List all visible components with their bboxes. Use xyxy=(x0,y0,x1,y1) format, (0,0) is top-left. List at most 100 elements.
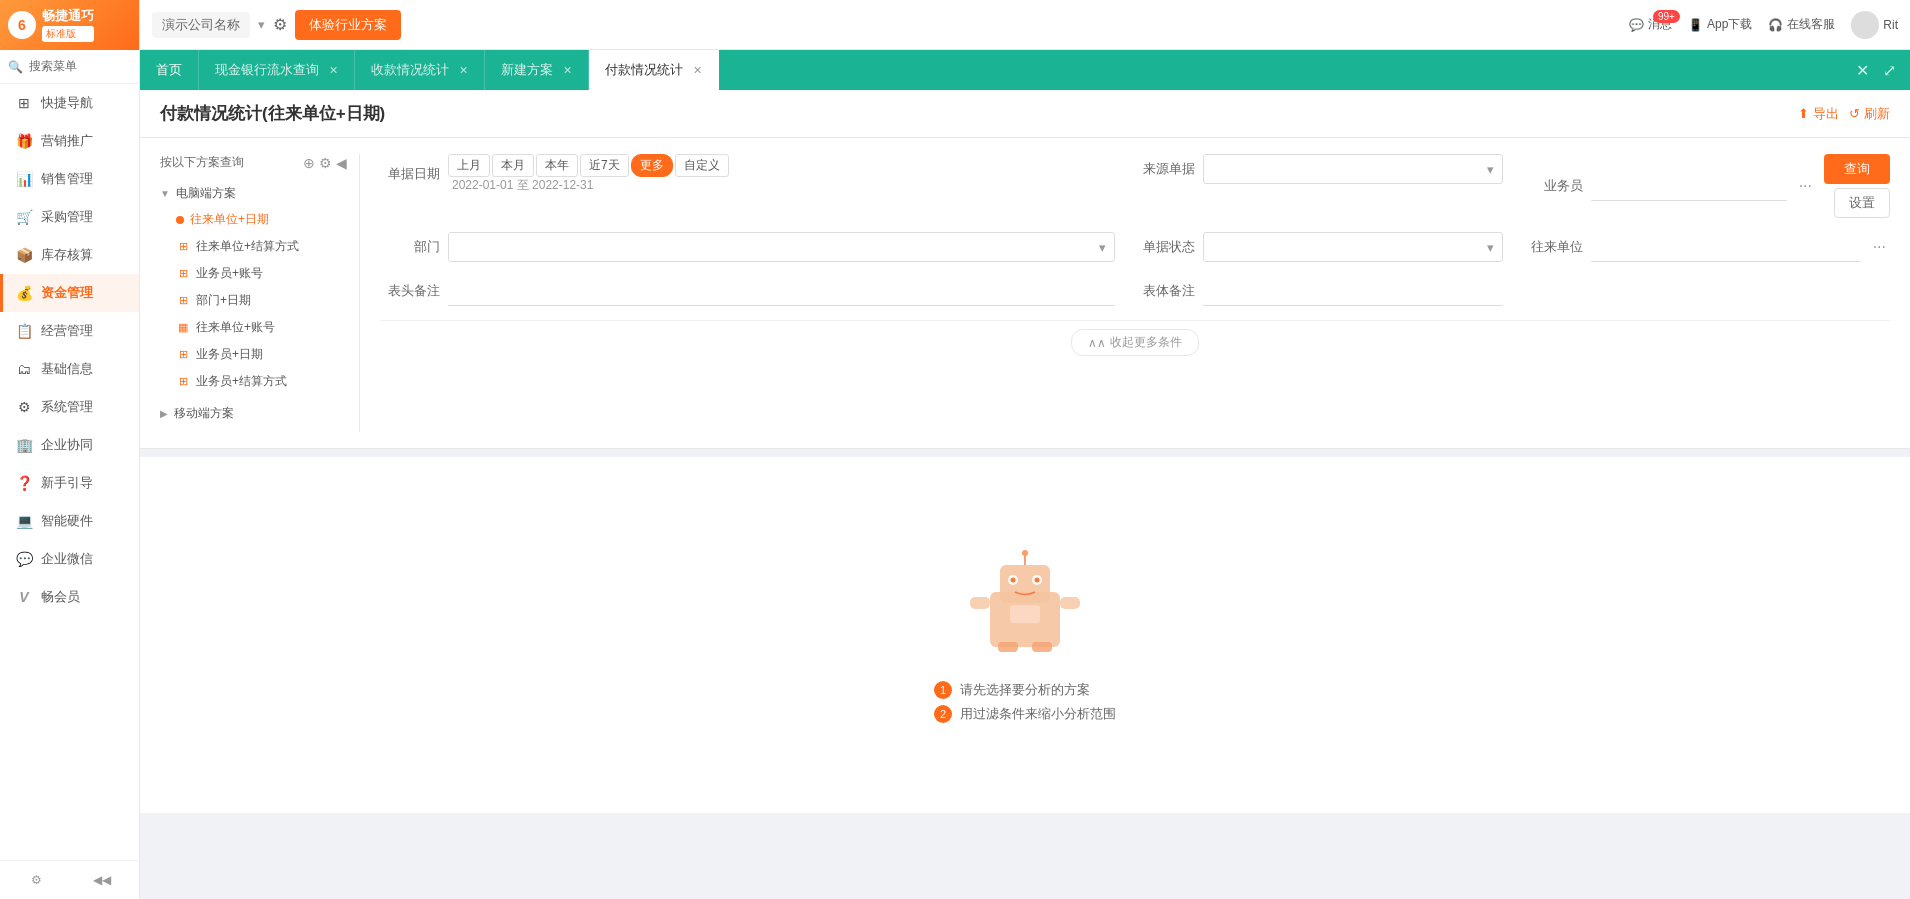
sidebar-item-system[interactable]: ⚙ 系统管理 xyxy=(0,388,139,426)
user-avatar[interactable]: Rit xyxy=(1851,11,1898,39)
voucher-status-select[interactable]: ▾ xyxy=(1203,232,1503,262)
tab-close-all-btn[interactable]: ✕ xyxy=(1850,57,1875,84)
partner-label: 往来单位 xyxy=(1523,238,1583,256)
tab-receipt-stats[interactable]: 收款情况统计 ✕ xyxy=(355,50,485,90)
export-label: 导出 xyxy=(1813,105,1839,123)
scheme-settings-icon[interactable]: ⚙ xyxy=(319,155,332,171)
scheme-collapse-icon[interactable]: ◀ xyxy=(336,155,347,171)
tab-new-plan[interactable]: 新建方案 ✕ xyxy=(485,50,589,90)
scheme-item-unit-account[interactable]: ▦ 往来单位+账号 xyxy=(160,314,347,341)
staff-more-btn[interactable]: ··· xyxy=(1795,177,1816,195)
collapse-label: 收起更多条件 xyxy=(1110,334,1182,351)
query-btns: 查询 设置 xyxy=(1824,154,1890,218)
sidebar-item-inventory[interactable]: 📦 库存核算 xyxy=(0,236,139,274)
date-btn-this-year[interactable]: 本年 xyxy=(536,154,578,177)
finance-icon: 💰 xyxy=(15,284,33,302)
staff-input[interactable] xyxy=(1591,171,1787,201)
collapse-btn[interactable]: ∧∧ 收起更多条件 xyxy=(1071,329,1199,356)
tab-home[interactable]: 首页 xyxy=(140,50,199,90)
date-btn-custom[interactable]: 自定义 xyxy=(675,154,729,177)
table-body-note-input[interactable] xyxy=(1203,276,1503,306)
tab-payment-stats[interactable]: 付款情况统计 ✕ xyxy=(589,50,719,90)
table-header-note-label: 表头备注 xyxy=(380,282,440,300)
online-service-btn[interactable]: 🎧 在线客服 xyxy=(1768,16,1835,33)
scheme-category-mobile-header[interactable]: ▶ 移动端方案 xyxy=(160,401,347,426)
sidebar-item-label: 资金管理 xyxy=(41,284,93,302)
scheme-item-label: 业务员+日期 xyxy=(196,346,263,363)
sidebar-item-label: 新手引导 xyxy=(41,474,93,492)
scheme-grid-icon: ⊞ xyxy=(176,240,190,254)
scheme-item-staff-settlement[interactable]: ⊞ 业务员+结算方式 xyxy=(160,368,347,395)
sidebar-item-quick-nav[interactable]: ⊞ 快捷导航 xyxy=(0,84,139,122)
scheme-item-dept-date[interactable]: ⊞ 部门+日期 xyxy=(160,287,347,314)
sidebar-item-marketing[interactable]: 🎁 营销推广 xyxy=(0,122,139,160)
scheme-add-icon[interactable]: ⊕ xyxy=(303,155,315,171)
messages-btn[interactable]: 💬 消息 99+ xyxy=(1629,16,1672,33)
sidebar-nav: ⊞ 快捷导航 🎁 营销推广 📊 销售管理 🛒 采购管理 📦 库存核算 💰 资金管… xyxy=(0,84,139,860)
date-btn-this-month[interactable]: 本月 xyxy=(492,154,534,177)
sidebar-item-label: 营销推广 xyxy=(41,132,93,150)
sidebar-logo: 6 xyxy=(8,11,36,39)
empty-state-container: 1 请先选择要分析的方案 2 用过滤条件来缩小分析范围 xyxy=(140,457,1910,813)
tab-bank-flow[interactable]: 现金银行流水查询 ✕ xyxy=(199,50,355,90)
company-selector[interactable]: 演示公司名称 xyxy=(152,12,250,38)
sidebar-item-wechat[interactable]: 💬 企业微信 xyxy=(0,540,139,578)
export-icon: ⬆ xyxy=(1798,106,1809,121)
scheme-category-pc-header[interactable]: ▼ 电脑端方案 xyxy=(160,181,347,206)
source-voucher-filter: 来源单据 ▾ xyxy=(1135,154,1503,184)
scheme-item-staff-date[interactable]: ⊞ 业务员+日期 xyxy=(160,341,347,368)
sidebar-item-label: 智能硬件 xyxy=(41,512,93,530)
sidebar-search[interactable]: 🔍 搜索菜单 xyxy=(0,50,139,84)
query-btn[interactable]: 查询 xyxy=(1824,154,1890,184)
sidebar-item-operation[interactable]: 📋 经营管理 xyxy=(0,312,139,350)
sidebar-item-enterprise[interactable]: 🏢 企业协同 xyxy=(0,426,139,464)
voucher-status-filter: 单据状态 ▾ xyxy=(1135,232,1503,262)
scheme-item-label: 业务员+结算方式 xyxy=(196,373,287,390)
refresh-btn[interactable]: ↺ 刷新 xyxy=(1849,105,1890,123)
tab-payment-stats-close[interactable]: ✕ xyxy=(693,64,702,77)
sidebar-item-finance[interactable]: 💰 资金管理 xyxy=(0,274,139,312)
trial-btn[interactable]: 体验行业方案 xyxy=(295,10,401,40)
partner-input[interactable] xyxy=(1591,232,1861,262)
date-btn-last-month[interactable]: 上月 xyxy=(448,154,490,177)
scheme-item-staff-account[interactable]: ⊞ 业务员+账号 xyxy=(160,260,347,287)
table-header-note-input[interactable] xyxy=(448,276,1115,306)
sidebar-collapse-btn[interactable]: ◀◀ xyxy=(74,869,132,891)
export-btn[interactable]: ⬆ 导出 xyxy=(1798,105,1839,123)
company-dropdown-icon[interactable]: ▾ xyxy=(258,17,265,32)
settings-btn[interactable]: 设置 xyxy=(1834,188,1890,218)
sidebar-item-purchase[interactable]: 🛒 采购管理 xyxy=(0,198,139,236)
scheme-item-unit-settlement[interactable]: ⊞ 往来单位+结算方式 xyxy=(160,233,347,260)
scheme-item-label: 业务员+账号 xyxy=(196,265,263,282)
tab-bank-flow-close[interactable]: ✕ xyxy=(329,64,338,77)
date-btn-more[interactable]: 更多 xyxy=(631,154,673,177)
app-download-btn[interactable]: 📱 App下载 xyxy=(1688,16,1752,33)
svg-rect-8 xyxy=(970,597,990,609)
sidebar-item-sales[interactable]: 📊 销售管理 xyxy=(0,160,139,198)
dept-select[interactable]: ▾ xyxy=(448,232,1115,262)
source-voucher-select[interactable]: ▾ xyxy=(1203,154,1503,184)
svg-point-7 xyxy=(1035,578,1040,583)
sidebar-item-guide[interactable]: ❓ 新手引导 xyxy=(0,464,139,502)
date-btn-7days[interactable]: 近7天 xyxy=(580,154,629,177)
table-body-note-filter: 表体备注 xyxy=(1135,276,1503,306)
tab-maximize-btn[interactable]: ⤢ xyxy=(1877,57,1902,84)
sidebar-item-label: 销售管理 xyxy=(41,170,93,188)
sidebar-item-label: 系统管理 xyxy=(41,398,93,416)
scheme-item-unit-date[interactable]: 往来单位+日期 xyxy=(160,206,347,233)
tab-receipt-stats-close[interactable]: ✕ xyxy=(459,64,468,77)
scheme-active-dot xyxy=(176,216,184,224)
partner-more-btn[interactable]: ··· xyxy=(1869,238,1890,256)
empty-tips: 1 请先选择要分析的方案 2 用过滤条件来缩小分析范围 xyxy=(934,681,1116,723)
sidebar-item-basic[interactable]: 🗂 基础信息 xyxy=(0,350,139,388)
sidebar-item-hardware[interactable]: 💻 智能硬件 xyxy=(0,502,139,540)
scheme-panel-title: 按以下方案查询 xyxy=(160,154,244,171)
sidebar-item-label: 经营管理 xyxy=(41,322,93,340)
sidebar-item-member[interactable]: V 畅会员 xyxy=(0,578,139,616)
topbar-settings-icon[interactable]: ⚙ xyxy=(273,15,287,34)
sidebar-settings-btn[interactable]: ⚙ xyxy=(8,869,66,891)
partner-filter: 往来单位 ··· xyxy=(1523,232,1891,262)
tab-new-plan-close[interactable]: ✕ xyxy=(563,64,572,77)
svg-point-3 xyxy=(1022,550,1028,556)
service-icon: 🎧 xyxy=(1768,18,1783,32)
